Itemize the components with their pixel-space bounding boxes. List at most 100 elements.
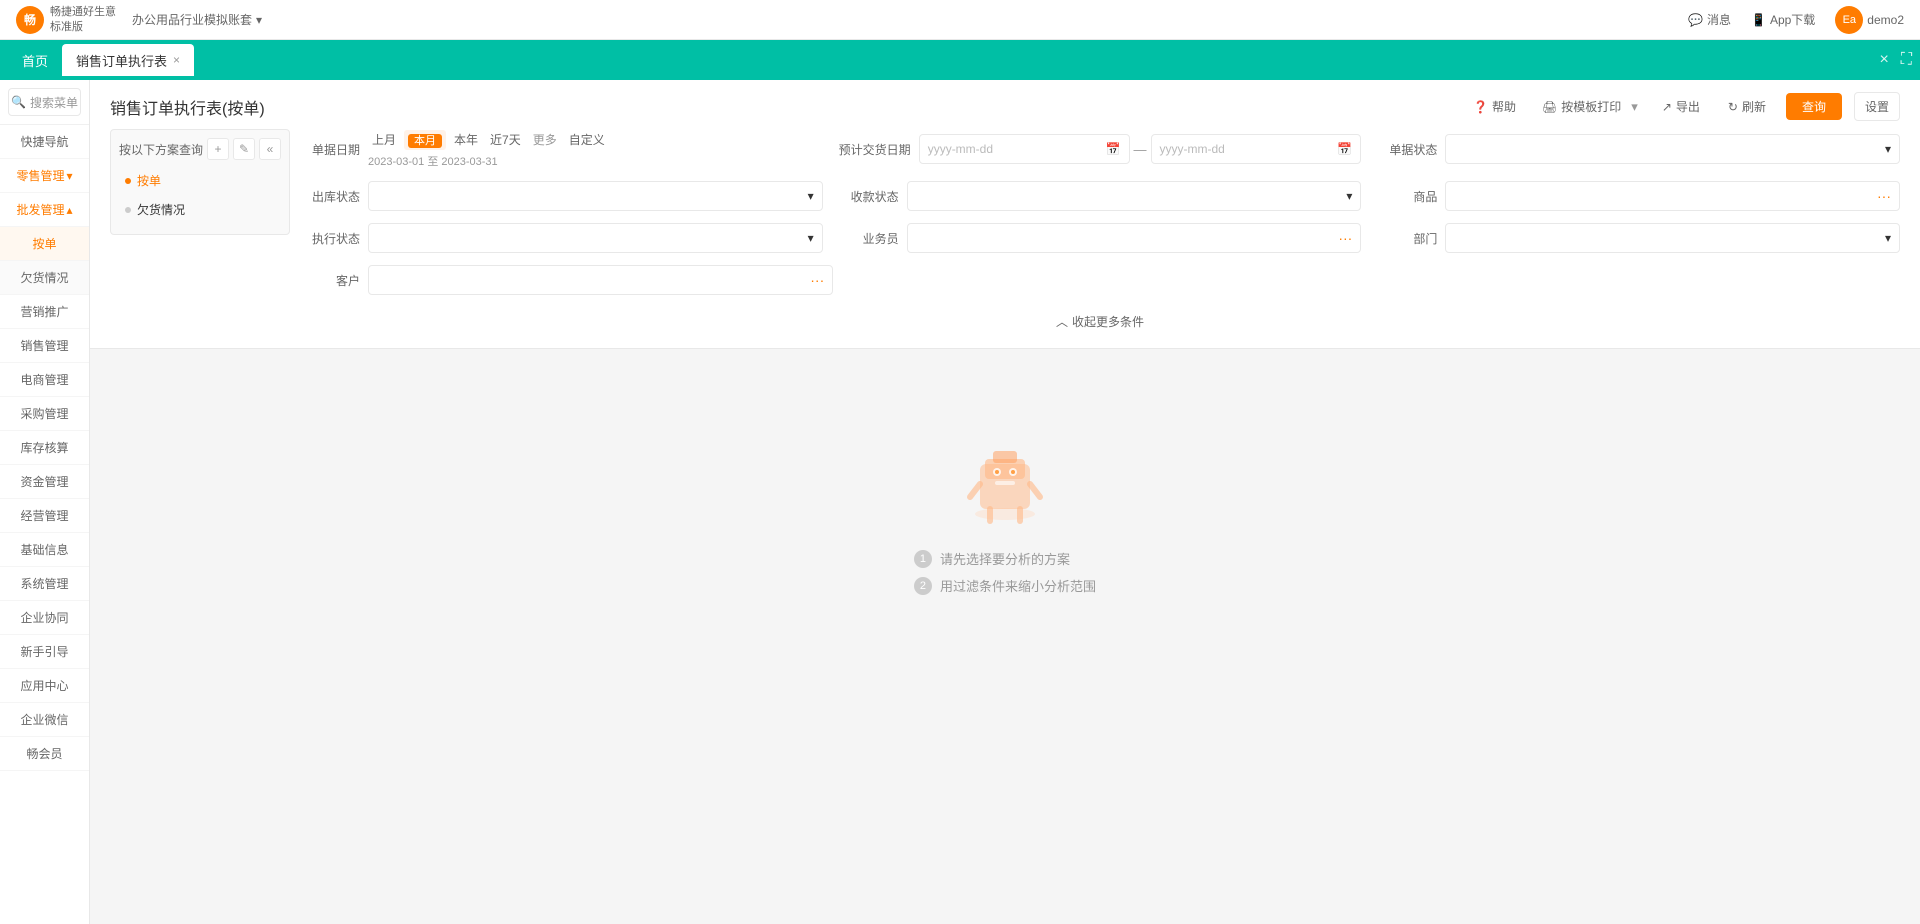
doc-status-select[interactable] <box>1445 134 1900 164</box>
print-button[interactable]: 🖨 按模板打印 <box>1536 94 1627 119</box>
shortcut-last-month[interactable]: 上月 <box>368 129 400 150</box>
scheme-title: 按以下方案查询 + ✎ « <box>119 138 281 160</box>
filter-item-exec-status: 执行状态 <box>300 223 823 253</box>
window-close-icon[interactable]: × <box>1879 51 1888 69</box>
exec-status-label: 执行状态 <box>300 230 360 247</box>
logo-area: 畅 畅捷通好生意 标准版 <box>16 5 116 34</box>
window-expand-icon[interactable]: ⛶ <box>1901 51 1912 69</box>
print-icon: 🖨 <box>1542 100 1557 114</box>
print-dropdown-button[interactable] <box>1627 95 1642 119</box>
doc-status-chevron-icon <box>1885 142 1891 156</box>
shortcut-this-month[interactable]: 本月 <box>404 130 446 150</box>
logo-icon: 畅 <box>16 6 44 34</box>
sidebar-item-wechat[interactable]: 企业微信 <box>0 703 89 737</box>
dept-select[interactable] <box>1445 223 1900 253</box>
sidebar-item-marketing[interactable]: 营销推广 <box>0 295 89 329</box>
account-dropdown[interactable]: 办公用品行业模拟账套 <box>124 11 270 28</box>
sidebar-item-finance[interactable]: 资金管理 <box>0 465 89 499</box>
shortcut-custom[interactable]: 自定义 <box>565 129 609 150</box>
sidebar-item-wholesale[interactable]: 批发管理 ▴ <box>0 193 89 227</box>
sidebar-item-retail[interactable]: 零售管理 ▾ <box>0 159 89 193</box>
print-chevron-icon <box>1631 99 1638 114</box>
sidebar-item-app-center[interactable]: 应用中心 <box>0 669 89 703</box>
shortcut-7days[interactable]: 近7天 <box>486 129 525 150</box>
goods-select[interactable]: ··· <box>1445 181 1900 211</box>
scheme-edit-button[interactable]: ✎ <box>233 138 255 160</box>
sidebar-item-ecommerce[interactable]: 电商管理 <box>0 363 89 397</box>
customer-label: 客户 <box>300 272 360 289</box>
sidebar-item-enterprise[interactable]: 企业协同 <box>0 601 89 635</box>
filter-panel: 按以下方案查询 + ✎ « <box>110 129 1900 336</box>
avatar: Ea <box>1835 6 1863 34</box>
filter-item-expected-date: 预计交货日期 yyyy-mm-dd 📅 — yyyy-mm-d <box>839 134 1362 164</box>
filter-item-doc-status: 单据状态 <box>1377 134 1900 164</box>
sidebar-item-purchase[interactable]: 采购管理 <box>0 397 89 431</box>
refresh-icon: ↻ <box>1728 100 1738 114</box>
scheme-collapse-button[interactable]: « <box>259 138 281 160</box>
payment-status-select[interactable] <box>907 181 1362 211</box>
scheme-actions: + ✎ « <box>207 138 281 160</box>
shortcut-this-year[interactable]: 本年 <box>450 129 482 150</box>
sidebar-item-newuser[interactable]: 新手引导 <box>0 635 89 669</box>
page-actions: ❓ 帮助 🖨 按模板打印 <box>1465 92 1900 121</box>
refresh-button[interactable]: ↻ 刷新 <box>1720 94 1774 119</box>
page-title: 销售订单执行表(按单) <box>110 95 265 119</box>
shortcut-more[interactable]: 更多 <box>529 129 561 150</box>
tip-2-number: 2 <box>914 577 932 595</box>
header-right: 💬 消息 📱 App下载 Ea demo2 <box>1688 6 1904 34</box>
scheme-item-by-order[interactable]: 按单 <box>119 168 281 193</box>
query-button[interactable]: 查询 <box>1786 93 1842 120</box>
collapse-button[interactable]: ︿ 收起更多条件 <box>300 307 1900 336</box>
sidebar-item-member[interactable]: 畅会员 <box>0 737 89 771</box>
sidebar-sub-item-by-order[interactable]: 按单 <box>0 227 89 261</box>
help-button[interactable]: ❓ 帮助 <box>1465 94 1524 119</box>
salesperson-select[interactable]: ··· <box>907 223 1362 253</box>
customer-select[interactable]: ··· <box>368 265 833 295</box>
date-label: 单据日期 <box>300 141 360 158</box>
expected-date-from[interactable]: yyyy-mm-dd 📅 <box>919 134 1130 164</box>
filter-scheme-panel: 按以下方案查询 + ✎ « <box>110 129 290 235</box>
content-area: 销售订单执行表(按单) ❓ 帮助 🖨 按模板打印 <box>90 80 1920 924</box>
app-download-button[interactable]: 📱 App下载 <box>1751 11 1815 28</box>
scheme-add-button[interactable]: + <box>207 138 229 160</box>
filter-row-2: 出库状态 收款状态 <box>300 181 1900 211</box>
export-button[interactable]: ↗ 导出 <box>1654 94 1708 119</box>
tab-close-icon[interactable]: × <box>173 53 180 67</box>
tab-active[interactable]: 销售订单执行表 × <box>62 44 194 76</box>
sidebar: 🔍 搜索菜单 快捷导航 零售管理 ▾ 批发管理 ▴ 按单 欠货情况 营销推广 销… <box>0 80 90 924</box>
settings-button[interactable]: 设置 <box>1854 92 1900 121</box>
tab-home[interactable]: 首页 <box>8 44 62 76</box>
sidebar-item-sales[interactable]: 销售管理 <box>0 329 89 363</box>
sidebar-sub-item-backorder[interactable]: 欠货情况 <box>0 261 89 295</box>
sidebar-item-operations[interactable]: 经营管理 <box>0 499 89 533</box>
goods-more-icon: ··· <box>1877 188 1891 204</box>
filter-item-customer: 客户 ··· <box>300 265 833 295</box>
exec-status-chevron-icon <box>808 231 814 245</box>
filter-item-out-status: 出库状态 <box>300 181 823 211</box>
download-icon: 📱 <box>1751 13 1766 27</box>
filter-fields: 单据日期 上月 本月 本年 近7天 <box>300 129 1900 336</box>
salesperson-more-icon: ··· <box>1338 230 1352 246</box>
sidebar-item-inventory[interactable]: 库存核算 <box>0 431 89 465</box>
out-status-select[interactable] <box>368 181 823 211</box>
print-button-group: 🖨 按模板打印 <box>1536 94 1642 119</box>
tab-bar: 首页 销售订单执行表 × × ⛶ <box>0 40 1920 80</box>
scheme-item-backorder[interactable]: 欠货情况 <box>119 197 281 222</box>
date-range-display: 2023-03-01 至 2023-03-31 <box>368 153 823 169</box>
dropdown-chevron-icon <box>256 13 262 27</box>
search-menu-button[interactable]: 🔍 搜索菜单 <box>8 88 81 116</box>
scheme-dot-inactive <box>125 207 131 213</box>
filter-item-date: 单据日期 上月 本月 本年 近7天 <box>300 129 823 169</box>
search-form: 按以下方案查询 + ✎ « <box>90 129 1920 348</box>
expected-date-to[interactable]: yyyy-mm-dd 📅 <box>1151 134 1362 164</box>
message-button[interactable]: 💬 消息 <box>1688 11 1731 28</box>
sidebar-item-quick-nav[interactable]: 快捷导航 <box>0 125 89 159</box>
main-layout: 🔍 搜索菜单 快捷导航 零售管理 ▾ 批发管理 ▴ 按单 欠货情况 营销推广 销… <box>0 80 1920 924</box>
sidebar-item-basic-info[interactable]: 基础信息 <box>0 533 89 567</box>
filter-row-3: 执行状态 业务员 <box>300 223 1900 253</box>
user-area[interactable]: Ea demo2 <box>1835 6 1904 34</box>
sidebar-item-system[interactable]: 系统管理 <box>0 567 89 601</box>
exec-status-select[interactable] <box>368 223 823 253</box>
sidebar-search-area: 🔍 搜索菜单 <box>0 80 89 125</box>
doc-status-label: 单据状态 <box>1377 141 1437 158</box>
